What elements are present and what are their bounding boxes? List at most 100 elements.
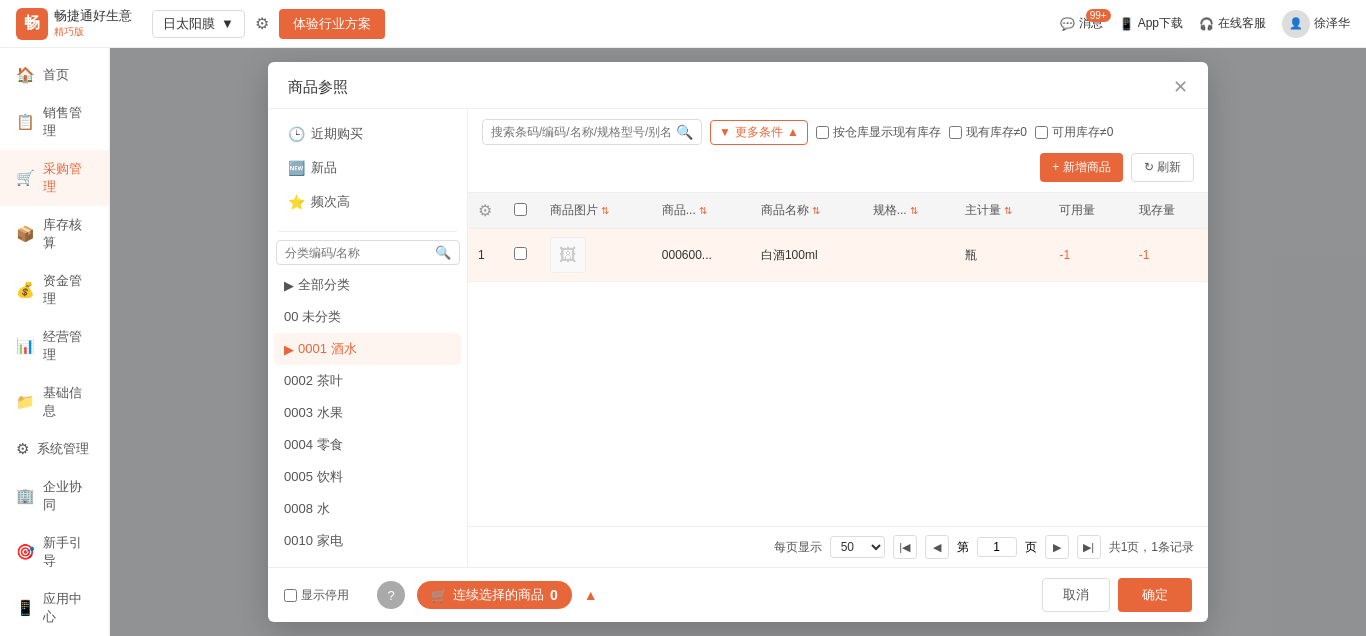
category-search-input[interactable]: [285, 246, 435, 260]
nav-selector-chevron: ▼: [221, 16, 234, 31]
image-icon: 🖼: [559, 245, 577, 266]
quick-frequent[interactable]: ⭐ 频次高: [278, 187, 457, 217]
th-name-label: 商品名称: [761, 202, 809, 219]
sidebar-item-appstore[interactable]: 📱 应用中心: [0, 580, 109, 636]
sidebar-item-guide[interactable]: 🎯 新手引导: [0, 524, 109, 580]
sidebar-label-guide: 新手引导: [43, 534, 93, 570]
show-disabled-label: 显示停用: [301, 587, 349, 604]
last-page-btn[interactable]: ▶|: [1077, 535, 1101, 559]
category-search-icon[interactable]: 🔍: [435, 245, 451, 260]
finance-icon: 💰: [16, 281, 35, 299]
stock-ne0-checkbox[interactable]: [949, 126, 962, 139]
warehouse-checkbox[interactable]: [816, 126, 829, 139]
td-available: -1: [1049, 229, 1128, 282]
logo-area: 畅 畅捷通好生意 精巧版: [16, 8, 132, 40]
sidebar-item-system[interactable]: ⚙ 系统管理: [0, 430, 109, 468]
category-0001[interactable]: ▶ 0001 酒水: [274, 333, 461, 365]
sidebar-item-enterprise[interactable]: 🏢 企业协同: [0, 468, 109, 524]
sidebar-item-home[interactable]: 🏠 首页: [0, 56, 109, 94]
prev-page-btn[interactable]: ◀: [925, 535, 949, 559]
user-profile[interactable]: 👤 徐泽华: [1282, 10, 1350, 38]
basic-icon: 📁: [16, 393, 35, 411]
category-all[interactable]: ▶ 全部分类: [274, 269, 461, 301]
table-header-row: ⚙ 商品图片 ⇅: [468, 193, 1208, 229]
add-product-btn[interactable]: + 新增商品: [1040, 153, 1122, 182]
help-icon[interactable]: ?: [377, 581, 405, 609]
footer-collapse-icon[interactable]: ▲: [584, 587, 598, 603]
category-0002-label: 0002 茶叶: [284, 372, 343, 390]
product-search-input[interactable]: [491, 125, 676, 139]
filter-warehouse[interactable]: 按仓库显示现有库存: [816, 124, 941, 141]
th-spec-sort[interactable]: 规格... ⇅: [873, 202, 945, 219]
app-download-label: App下载: [1138, 15, 1183, 32]
available-ne0-checkbox[interactable]: [1035, 126, 1048, 139]
cart-btn[interactable]: 🛒 连续选择的商品 0: [417, 581, 572, 609]
page-number-input[interactable]: [977, 537, 1017, 557]
product-search-icon[interactable]: 🔍: [676, 124, 693, 140]
cart-label: 连续选择的商品: [453, 586, 544, 604]
filter-icon: ▼: [719, 125, 731, 139]
sort-icon-code: ⇅: [699, 205, 707, 216]
show-disabled-checkbox[interactable]: [284, 589, 297, 602]
category-0001-arrow: ▶: [284, 342, 294, 357]
experience-btn[interactable]: 体验行业方案: [279, 9, 385, 39]
quick-recent[interactable]: 🕒 近期购买: [278, 119, 457, 149]
sidebar-item-operations[interactable]: 📊 经营管理: [0, 318, 109, 374]
category-0003[interactable]: 0003 水果: [274, 397, 461, 429]
category-0008[interactable]: 0008 水: [274, 493, 461, 525]
online-service-btn[interactable]: 🎧 在线客服: [1199, 15, 1266, 32]
sidebar-item-finance[interactable]: 💰 资金管理: [0, 262, 109, 318]
th-image-sort[interactable]: 商品图片 ⇅: [550, 202, 642, 219]
filter-available-ne0[interactable]: 可用库存≠0: [1035, 124, 1113, 141]
th-unit-sort[interactable]: 主计量 ⇅: [965, 202, 1040, 219]
confirm-btn[interactable]: 确定: [1118, 578, 1192, 612]
sidebar-label-basic: 基础信息: [43, 384, 93, 420]
category-00[interactable]: 00 未分类: [274, 301, 461, 333]
app-download-btn[interactable]: 📱 App下载: [1119, 15, 1183, 32]
quick-frequent-label: 频次高: [311, 193, 350, 211]
th-code-sort[interactable]: 商品... ⇅: [662, 202, 741, 219]
sidebar-label-purchase: 采购管理: [43, 160, 93, 196]
category-search-box[interactable]: 🔍: [276, 240, 460, 265]
select-all-checkbox[interactable]: [514, 203, 527, 216]
filter-more-label: 更多条件: [735, 124, 783, 141]
category-0005[interactable]: 0005 饮料: [274, 461, 461, 493]
filter-stock-ne0[interactable]: 现有库存≠0: [949, 124, 1027, 141]
category-0003-label: 0003 水果: [284, 404, 343, 422]
operations-icon: 📊: [16, 337, 35, 355]
table-settings-icon[interactable]: ⚙: [478, 202, 492, 219]
settings-icon[interactable]: ⚙: [255, 14, 269, 33]
category-0002[interactable]: 0002 茶叶: [274, 365, 461, 397]
th-settings: ⚙: [468, 193, 504, 229]
category-0005-label: 0005 饮料: [284, 468, 343, 486]
sidebar-item-sales[interactable]: 📋 销售管理: [0, 94, 109, 150]
close-icon[interactable]: ✕: [1173, 76, 1188, 98]
total-info: 共1页，1条记录: [1109, 539, 1194, 556]
th-name-sort[interactable]: 商品名称 ⇅: [761, 202, 853, 219]
category-0004-label: 0004 零食: [284, 436, 343, 454]
messages-btn[interactable]: 💬 消息 99+: [1060, 15, 1103, 32]
td-index: 1: [468, 229, 504, 282]
message-icon: 💬: [1060, 17, 1075, 31]
row-checkbox[interactable]: [514, 247, 527, 260]
nav-selector[interactable]: 日太阳膜 ▼: [152, 10, 245, 38]
purchase-icon: 🛒: [16, 169, 35, 187]
sidebar-item-inventory[interactable]: 📦 库存核算: [0, 206, 109, 262]
sidebar-item-basic[interactable]: 📁 基础信息: [0, 374, 109, 430]
refresh-btn[interactable]: ↻ 刷新: [1131, 153, 1194, 182]
category-0004[interactable]: 0004 零食: [274, 429, 461, 461]
filter-actions: + 新增商品 ↻ 刷新: [1040, 153, 1194, 182]
cancel-btn[interactable]: 取消: [1042, 578, 1110, 612]
quick-access: 🕒 近期购买 🆕 新品 ⭐ 频次高: [268, 119, 467, 227]
sidebar-item-purchase[interactable]: 🛒 采购管理: [0, 150, 109, 206]
show-disabled-check[interactable]: 显示停用: [284, 587, 349, 604]
category-0010[interactable]: 0010 家电: [274, 525, 461, 557]
table-row[interactable]: 1 🖼: [468, 229, 1208, 282]
quick-new[interactable]: 🆕 新品: [278, 153, 457, 183]
next-page-btn[interactable]: ▶: [1045, 535, 1069, 559]
th-checkbox: [504, 193, 540, 229]
product-search-box[interactable]: 🔍: [482, 119, 702, 145]
page-size-select[interactable]: 50 10 20 100: [830, 536, 885, 558]
filter-more-btn[interactable]: ▼ 更多条件 ▲: [710, 120, 808, 145]
first-page-btn[interactable]: |◀: [893, 535, 917, 559]
